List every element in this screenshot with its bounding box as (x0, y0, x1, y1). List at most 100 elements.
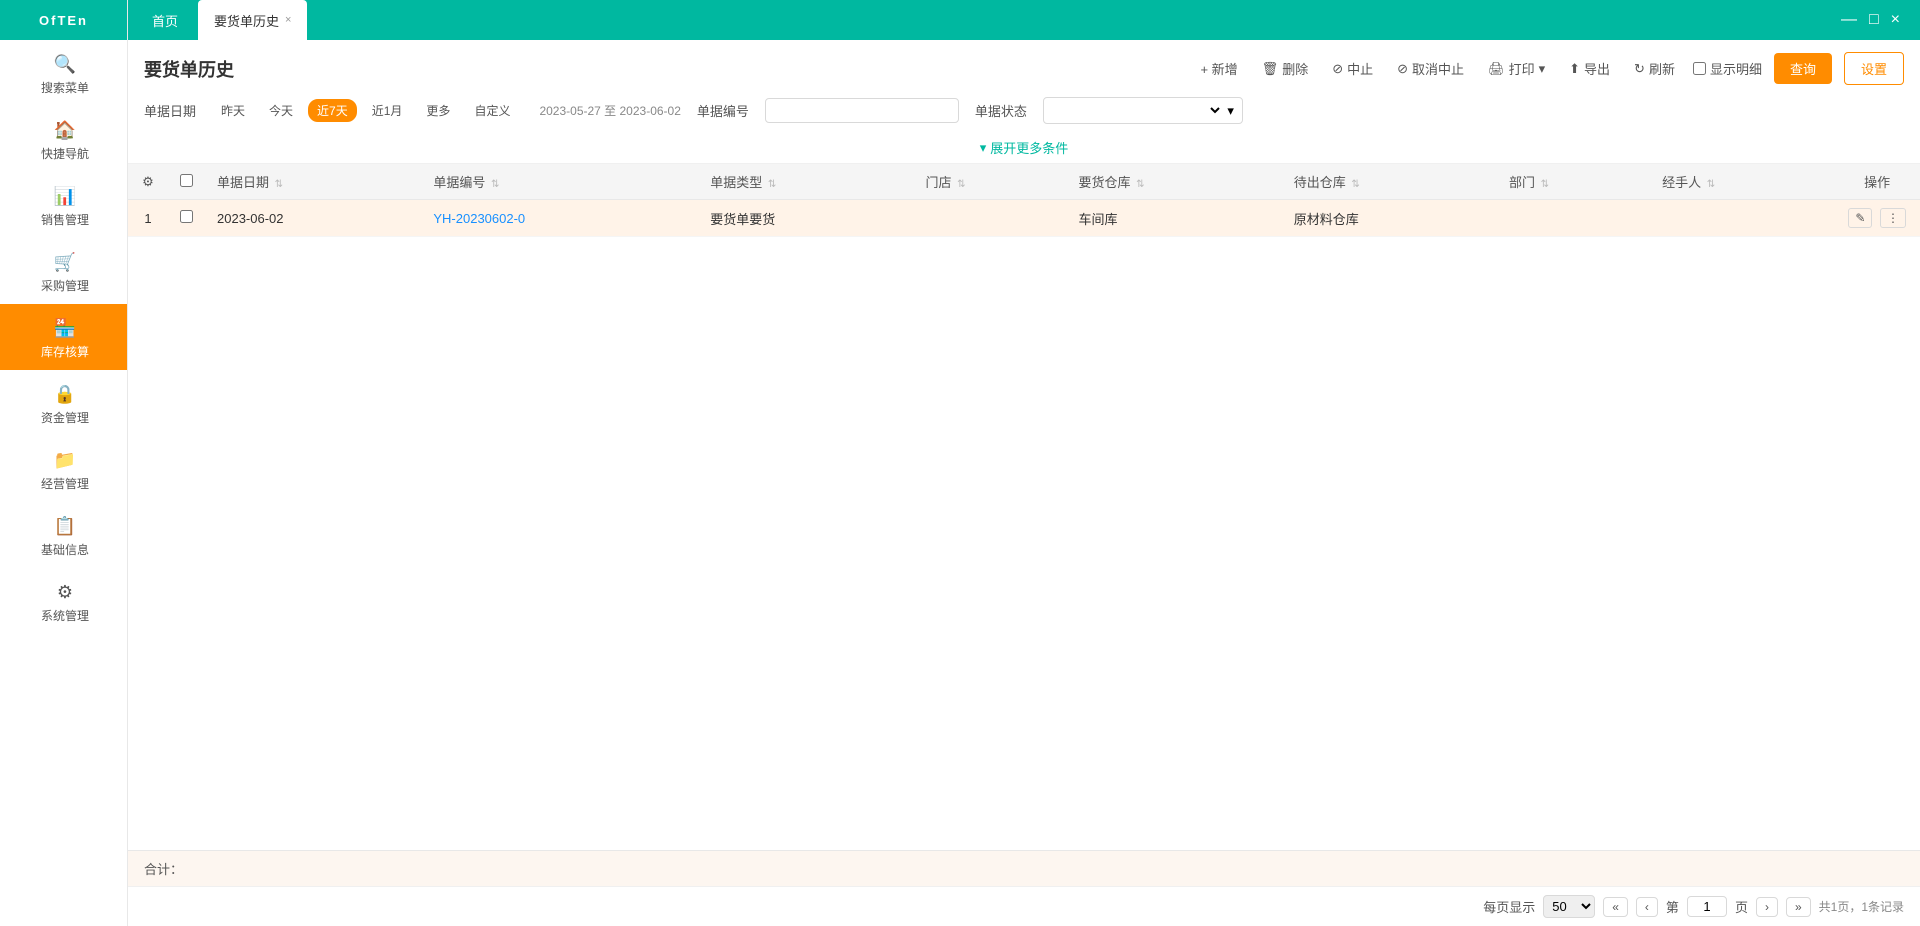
col-req-warehouse[interactable]: 要货仓库 ⇅ (1067, 164, 1282, 200)
filter-row-1: 单据日期 昨天 今天 近7天 近1月 更多 自定义 2023-05-27 至 2… (144, 97, 1904, 124)
date-btn-more[interactable]: 更多 (417, 99, 459, 122)
inventory-icon: 🏪 (54, 318, 76, 339)
col-pending-warehouse[interactable]: 待出仓库 ⇅ (1282, 164, 1497, 200)
col-handler[interactable]: 经手人 ⇅ (1650, 164, 1834, 200)
sidebar-item-quick-nav[interactable]: 🏠 快捷导航 (0, 106, 127, 172)
sidebar-item-label: 采购管理 (41, 277, 89, 294)
date-btn-1month[interactable]: 近1月 (363, 99, 412, 122)
sidebar-item-inventory[interactable]: 🏪 库存核算 (0, 304, 127, 370)
row-type: 要货单要货 (698, 200, 913, 237)
doc-no-label: 单据编号 (697, 101, 749, 120)
date-filter-label: 单据日期 (144, 101, 196, 120)
suspend-button[interactable]: ⊘ 中止 (1326, 55, 1379, 82)
export-button[interactable]: ⬆ 导出 (1563, 55, 1616, 82)
sidebar-item-basic-info[interactable]: 📋 基础信息 (0, 502, 127, 568)
sidebar-item-purchase[interactable]: 🛒 采购管理 (0, 238, 127, 304)
settings-icon: ⚙ (142, 174, 154, 189)
row-department (1497, 200, 1650, 237)
row-index: 1 (128, 200, 168, 237)
select-all-checkbox[interactable] (180, 174, 193, 187)
sidebar-item-sales[interactable]: 📊 销售管理 (0, 172, 127, 238)
next-page-button[interactable]: › (1756, 897, 1778, 917)
tab-active[interactable]: 要货单历史 × (198, 0, 307, 40)
date-btn-today[interactable]: 今天 (260, 99, 302, 122)
col-department[interactable]: 部门 ⇅ (1497, 164, 1650, 200)
page-number-input[interactable] (1687, 896, 1727, 917)
col-settings[interactable]: ⚙ (128, 164, 168, 200)
table-wrapper: ⚙ 单据日期 ⇅ 单据编号 ⇅ (128, 164, 1920, 850)
date-filter: 昨天 今天 近7天 近1月 更多 自定义 (212, 99, 519, 122)
sidebar-item-search-menu[interactable]: 🔍 搜索菜单 (0, 40, 127, 106)
page-size-select[interactable]: 20 50 100 (1543, 895, 1595, 918)
sidebar-item-system[interactable]: ⚙ 系统管理 (0, 568, 127, 634)
sidebar-item-label: 搜索菜单 (41, 79, 89, 96)
row-checkbox[interactable] (180, 210, 193, 223)
cancel-suspend-button[interactable]: ⊘ 取消中止 (1391, 55, 1470, 82)
print-button[interactable]: 🖨 打印 ▾ (1482, 55, 1551, 82)
row-date: 2023-06-02 (205, 200, 421, 237)
sidebar-item-label: 销售管理 (41, 211, 89, 228)
basic-info-icon: 📋 (54, 516, 76, 537)
tab-bar: 首页 要货单历史 × — □ × (128, 0, 1920, 40)
row-edit-button[interactable]: ✎ (1848, 208, 1872, 228)
show-detail-checkbox[interactable] (1693, 62, 1706, 75)
sidebar-item-label: 基础信息 (41, 541, 89, 558)
tab-close-icon[interactable]: × (285, 14, 291, 26)
minimize-button[interactable]: — (1841, 11, 1857, 29)
content-area: 要货单历史 + 新增 🗑 删除 ⊘ 中止 ⊘ 取消中止 🖨 (128, 40, 1920, 926)
row-more-button[interactable]: ⋮ (1880, 208, 1906, 228)
expand-more-btn[interactable]: ▾ 展开更多条件 (144, 132, 1904, 163)
filter-area: 单据日期 昨天 今天 近7天 近1月 更多 自定义 2023-05-27 至 2… (128, 85, 1920, 163)
pagination: 每页显示 20 50 100 « ‹ 第 页 › » 共1页，1条记录 (128, 886, 1920, 926)
query-button[interactable]: 查询 (1774, 53, 1832, 84)
page-size-label: 每页显示 (1483, 897, 1535, 916)
status-select-wrapper[interactable]: ▾ (1043, 97, 1243, 124)
purchase-icon: 🛒 (54, 252, 76, 273)
date-range: 2023-05-27 至 2023-06-02 (539, 102, 680, 119)
sort-icon: ⇅ (491, 179, 499, 190)
row-no[interactable]: YH-20230602-0 (421, 200, 698, 237)
refresh-button[interactable]: ↻ 刷新 (1628, 55, 1681, 82)
table-header-row: ⚙ 单据日期 ⇅ 单据编号 ⇅ (128, 164, 1920, 200)
show-detail-toggle[interactable]: 显示明细 (1693, 59, 1762, 78)
sidebar-item-finance[interactable]: 🔒 资金管理 (0, 370, 127, 436)
last-page-button[interactable]: » (1786, 897, 1811, 917)
delete-button[interactable]: 🗑 删除 (1256, 55, 1315, 82)
date-btn-yesterday[interactable]: 昨天 (212, 99, 254, 122)
col-checkbox[interactable] (168, 164, 205, 200)
col-type[interactable]: 单据类型 ⇅ (698, 164, 913, 200)
col-ops: 操作 (1834, 164, 1920, 200)
toolbar: + 新增 🗑 删除 ⊘ 中止 ⊘ 取消中止 🖨 打印 ▾ (1194, 52, 1904, 85)
brand-logo: OfTEn (0, 0, 127, 40)
summary-label: 合计： (144, 862, 183, 877)
col-store[interactable]: 门店 ⇅ (913, 164, 1066, 200)
summary-row: 合计： (128, 850, 1920, 886)
select-dropdown-icon: ▾ (1227, 103, 1234, 119)
status-select[interactable] (1052, 102, 1223, 119)
sort-icon: ⇅ (1351, 179, 1359, 190)
row-checkbox-cell[interactable] (168, 200, 205, 237)
sort-icon: ⇅ (1707, 179, 1715, 190)
sidebar-item-operations[interactable]: 📁 经营管理 (0, 436, 127, 502)
table-row[interactable]: 1 2023-06-02 YH-20230602-0 要货单要货 车间库 原材料… (128, 200, 1920, 237)
col-no[interactable]: 单据编号 ⇅ (421, 164, 698, 200)
maximize-button[interactable]: □ (1869, 11, 1879, 29)
doc-link[interactable]: YH-20230602-0 (433, 211, 525, 226)
date-btn-custom[interactable]: 自定义 (465, 99, 519, 122)
date-btn-7days[interactable]: 近7天 (308, 99, 357, 122)
new-button[interactable]: + 新增 (1194, 55, 1243, 82)
sort-icon: ⇅ (768, 179, 776, 190)
print-dropdown-icon: ▾ (1539, 61, 1546, 77)
row-store (913, 200, 1066, 237)
col-date[interactable]: 单据日期 ⇅ (205, 164, 421, 200)
first-page-button[interactable]: « (1603, 897, 1628, 917)
doc-no-input[interactable] (765, 98, 959, 123)
sort-icon: ⇅ (275, 179, 283, 190)
total-info: 共1页，1条记录 (1819, 898, 1904, 915)
prev-page-button[interactable]: ‹ (1636, 897, 1658, 917)
settings-button[interactable]: 设置 (1844, 52, 1904, 85)
page-label-first: 第 (1666, 897, 1679, 916)
tab-home[interactable]: 首页 (136, 0, 194, 40)
window-close-button[interactable]: × (1891, 11, 1900, 29)
main-area: 首页 要货单历史 × — □ × 要货单历史 + 新增 🗑 删除 (128, 0, 1920, 926)
